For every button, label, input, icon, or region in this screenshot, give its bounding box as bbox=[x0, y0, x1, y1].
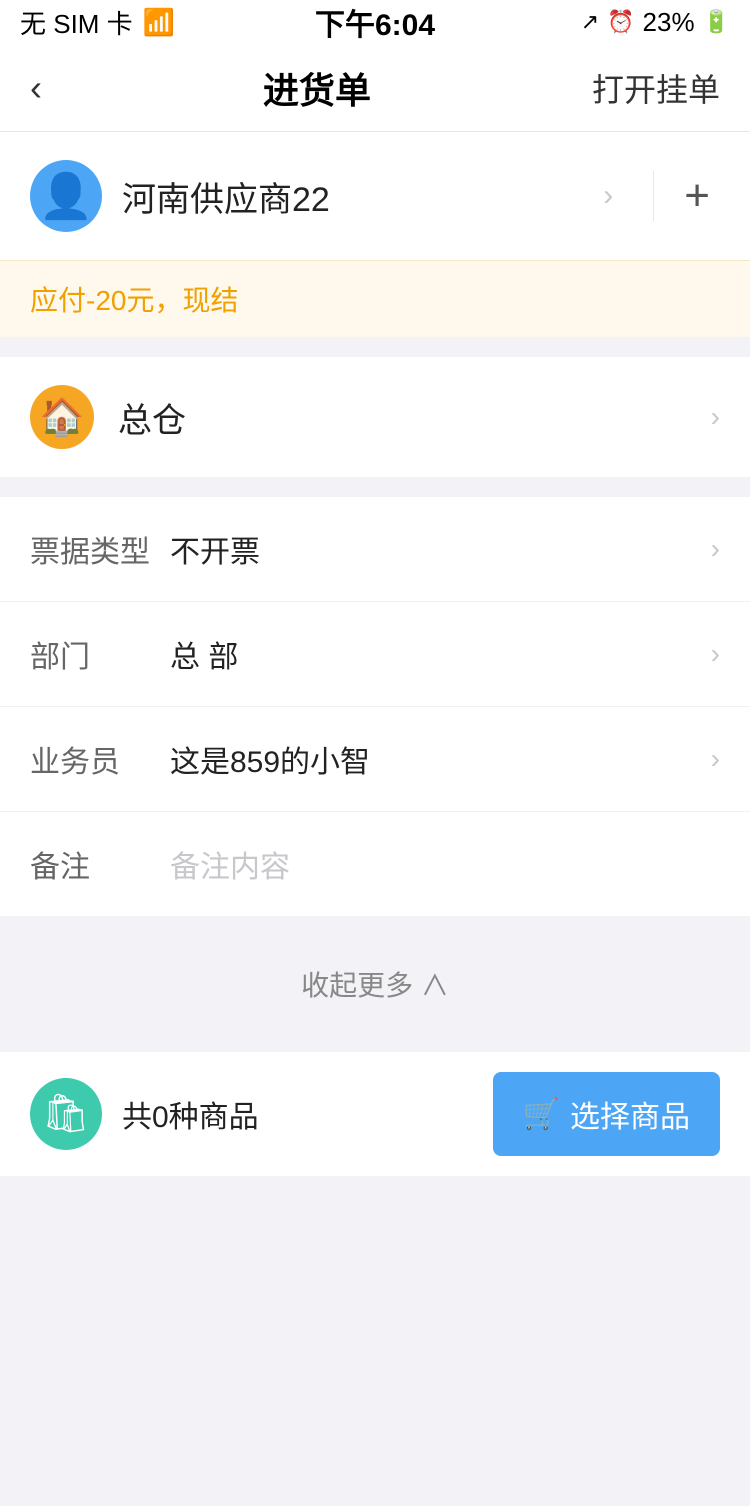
collapse-button[interactable]: 收起更多 ∧ bbox=[0, 936, 750, 1032]
add-button[interactable]: + bbox=[674, 171, 720, 221]
location-icon: ↗ bbox=[581, 9, 599, 35]
bottom-space bbox=[0, 1176, 750, 1486]
supplier-section: 👤 河南供应商22 › + 应付-20元，现结 bbox=[0, 132, 750, 337]
carrier-text: 无 SIM 卡 bbox=[20, 4, 133, 41]
supplier-row[interactable]: 👤 河南供应商22 › + bbox=[0, 132, 750, 260]
main-content: 👤 河南供应商22 › + 应付-20元，现结 🏠 总仓 › 票据类型 不开票 … bbox=[0, 132, 750, 1506]
invoice-type-value: 不开票 bbox=[170, 527, 711, 571]
select-product-button[interactable]: 🛒 选择商品 bbox=[493, 1072, 720, 1156]
nav-bar: ‹ 进货单 打开挂单 bbox=[0, 44, 750, 132]
supplier-name: 河南供应商22 bbox=[122, 172, 603, 221]
vertical-divider bbox=[653, 171, 654, 221]
department-value: 总 部 bbox=[170, 632, 711, 676]
remark-input[interactable]: 备注内容 bbox=[170, 842, 720, 886]
select-product-label: 选择商品 bbox=[570, 1092, 690, 1136]
department-row[interactable]: 部门 总 部 › bbox=[0, 602, 750, 707]
status-left: 无 SIM 卡 📶 bbox=[20, 4, 175, 41]
invoice-type-row[interactable]: 票据类型 不开票 › bbox=[0, 497, 750, 602]
alarm-icon: ⏰ bbox=[607, 9, 634, 35]
remark-row[interactable]: 备注 备注内容 bbox=[0, 812, 750, 916]
salesperson-value: 这是859的小智 bbox=[170, 737, 711, 781]
salesperson-chevron-icon: › bbox=[711, 743, 720, 775]
salesperson-label: 业务员 bbox=[30, 737, 170, 781]
salesperson-row[interactable]: 业务员 这是859的小智 › bbox=[0, 707, 750, 812]
product-count-label: 共0种商品 bbox=[122, 1092, 493, 1136]
wifi-icon: 📶 bbox=[143, 7, 175, 38]
product-bar: 🛍 共0种商品 🛒 选择商品 bbox=[0, 1052, 750, 1176]
battery-icon: 🔋 bbox=[703, 9, 730, 35]
status-time: 下午6:04 bbox=[315, 0, 435, 44]
warehouse-name: 总仓 bbox=[118, 393, 711, 442]
open-pending-button[interactable]: 打开挂单 bbox=[592, 65, 720, 111]
supplier-chevron-icon: › bbox=[603, 179, 613, 213]
supplier-avatar: 👤 bbox=[30, 160, 102, 232]
warehouse-icon: 🏠 bbox=[40, 396, 85, 438]
warehouse-icon-wrap: 🏠 bbox=[30, 385, 94, 449]
department-chevron-icon: › bbox=[711, 638, 720, 670]
notice-bar: 应付-20元，现结 bbox=[0, 260, 750, 337]
status-bar: 无 SIM 卡 📶 下午6:04 ↗ ⏰ 23% 🔋 bbox=[0, 0, 750, 44]
department-label: 部门 bbox=[30, 632, 170, 676]
warehouse-chevron-icon: › bbox=[711, 401, 720, 433]
person-icon: 👤 bbox=[39, 170, 94, 222]
invoice-type-label: 票据类型 bbox=[30, 527, 170, 571]
battery-text: 23% bbox=[643, 7, 695, 38]
select-product-icon: 🛒 bbox=[523, 1097, 560, 1132]
status-right: ↗ ⏰ 23% 🔋 bbox=[581, 7, 730, 38]
back-button[interactable]: ‹ bbox=[30, 67, 42, 109]
collapse-label: 收起更多 ∧ bbox=[301, 964, 449, 1004]
warehouse-row[interactable]: 🏠 总仓 › bbox=[0, 357, 750, 477]
shopping-bag-icon: 🛍 bbox=[42, 1092, 90, 1136]
notice-text: 应付-20元，现结 bbox=[30, 285, 238, 316]
remark-label: 备注 bbox=[30, 842, 170, 886]
page-title: 进货单 bbox=[263, 62, 371, 114]
product-icon-wrap: 🛍 bbox=[30, 1078, 102, 1150]
form-section: 票据类型 不开票 › 部门 总 部 › 业务员 这是859的小智 › 备注 备注… bbox=[0, 497, 750, 916]
invoice-type-chevron-icon: › bbox=[711, 533, 720, 565]
